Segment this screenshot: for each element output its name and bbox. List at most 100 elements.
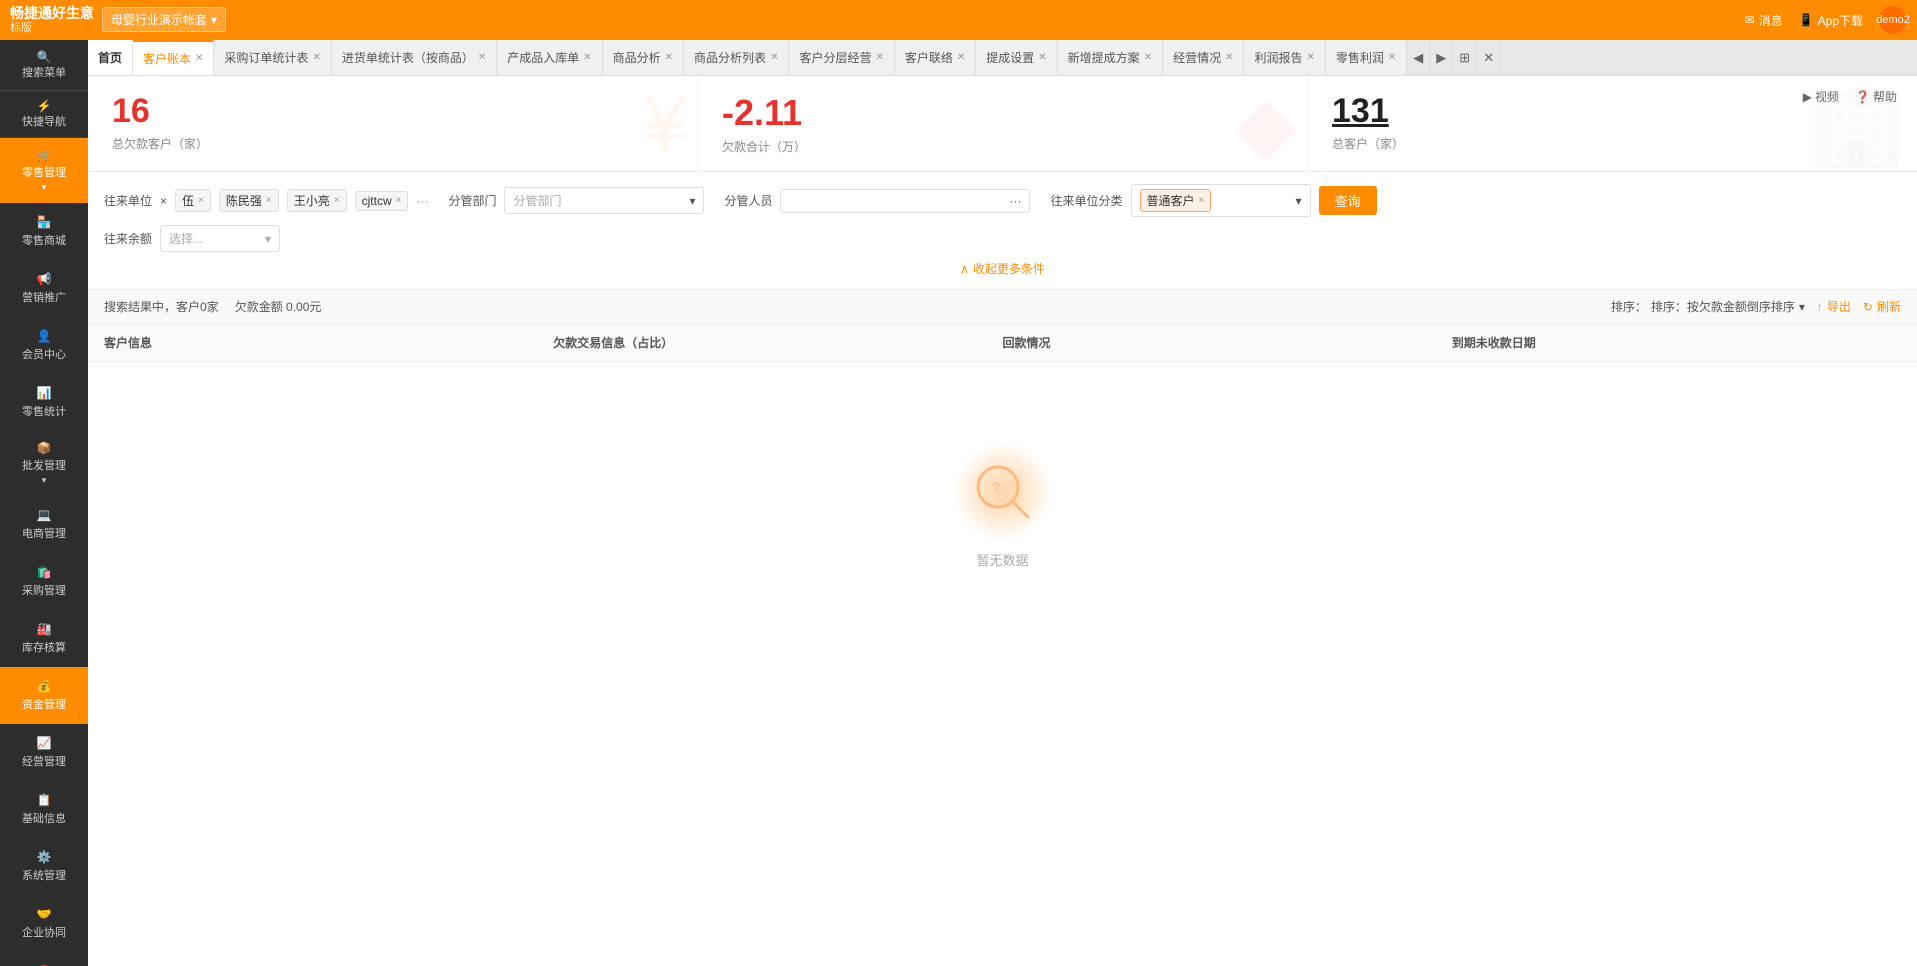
tab-close-customer-contact[interactable]: ✕ (957, 52, 965, 63)
sort-chevron-icon: ▾ (1799, 300, 1805, 314)
col-customer-info: 客户信息 (104, 334, 553, 351)
unit-type-tag[interactable]: 普通客户 × (1140, 189, 1212, 212)
tag-wang[interactable]: 王小亮 × (287, 189, 347, 212)
tab-close-retail-profit[interactable]: ✕ (1388, 52, 1396, 63)
finance-icon: 💰 (37, 679, 52, 693)
table-header: 客户信息 欠款交易信息（占比） 回款情况 到期未收款日期 (88, 324, 1917, 362)
dept-select[interactable]: 分管部门 ▾ (504, 187, 704, 214)
sidebar-item-basic-info[interactable]: 📋 基础信息 (0, 781, 88, 838)
export-icon: ↑ (1817, 300, 1823, 314)
sidebar-item-retail-mall[interactable]: 🏪 零售商城 (0, 203, 88, 260)
tag-wu-close[interactable]: × (198, 195, 204, 206)
tab-close-cost-in[interactable]: ✕ (583, 52, 591, 63)
tab-close-goods-analysis-list[interactable]: ✕ (770, 52, 778, 63)
tab-close-operations[interactable]: ✕ (1225, 52, 1233, 63)
industry-select[interactable]: 母婴行业演示帐套 ▾ (102, 7, 226, 32)
sidebar-item-marketing[interactable]: 📢 营销推广 (0, 260, 88, 317)
unit-label: 往来单位 (104, 192, 152, 209)
sidebar-item-purchase-mgmt[interactable]: 🛍️ 采购管理 (0, 553, 88, 610)
tabs-more[interactable]: ⊞ (1453, 40, 1477, 76)
tag-chen[interactable]: 陈民强 × (219, 189, 279, 212)
stats-wrapper: ▶ 视频 ❓ 帮助 16 总欠款客户（家） (88, 76, 1917, 172)
tab-close-customer-book[interactable]: ✕ (195, 53, 203, 64)
refresh-icon: ↻ (1863, 300, 1873, 314)
messages-button[interactable]: ✉ 消息 (1745, 12, 1783, 29)
person-select[interactable]: ··· (780, 189, 1030, 213)
user-avatar[interactable]: demo2 (1879, 6, 1907, 34)
refresh-button[interactable]: ↻ 刷新 (1863, 298, 1901, 315)
tab-stock-stats[interactable]: 进货单统计表（按商品） ✕ (332, 40, 497, 76)
collapse-button[interactable]: ∧ 收起更多条件 (960, 260, 1045, 277)
sidebar-item-ecommerce[interactable]: 💻 电商管理 (0, 496, 88, 553)
tab-goods-analysis-list[interactable]: 商品分析列表 ✕ (684, 40, 789, 76)
tab-close-raise-settings[interactable]: ✕ (1038, 52, 1046, 63)
more-tags-btn[interactable]: ··· (416, 194, 428, 208)
sidebar-item-system-mgmt[interactable]: ⚙️ 系统管理 (0, 838, 88, 895)
tab-close-profit-report[interactable]: ✕ (1307, 52, 1315, 63)
tab-customer-book[interactable]: 客户账本 ✕ (133, 40, 214, 76)
col-due-date: 到期未收款日期 (1452, 334, 1901, 351)
tag-cjttcw[interactable]: cjttcw × (355, 191, 409, 211)
marketing-icon: 📢 (37, 272, 52, 286)
sidebar-item-inventory[interactable]: 🏭 库存核算 (0, 610, 88, 667)
sidebar-quick-nav[interactable]: ⚡ 快捷导航 (0, 91, 88, 138)
debt-total-value: -2.11 (722, 92, 806, 134)
tab-retail-profit[interactable]: 零售利润 ✕ (1326, 40, 1407, 76)
tab-goods-analysis[interactable]: 商品分析 ✕ (603, 40, 684, 76)
tab-customer-tier[interactable]: 客户分层经营 ✕ (789, 40, 894, 76)
export-button[interactable]: ↑ 导出 (1817, 298, 1851, 315)
tab-close-goods-analysis[interactable]: ✕ (665, 52, 673, 63)
unit-type-select[interactable]: 普通客户 × ▾ (1131, 184, 1311, 217)
logo: 畅捷通好生意 标版 (10, 5, 94, 35)
content-area: 首页 客户账本 ✕ 采购订单统计表 ✕ 进货单统计表（按商品） ✕ 产成品入库单… (88, 40, 1917, 966)
tag-cjttcw-close[interactable]: × (396, 195, 402, 206)
message-icon: ✉ (1745, 13, 1755, 27)
sidebar-item-operations-mgmt[interactable]: 📈 经营管理 (0, 724, 88, 781)
sidebar-item-enterprise-coop[interactable]: 🤝 企业协同 (0, 895, 88, 952)
stat-total-customers: 131 总客户（家） 🏢 (1308, 76, 1917, 171)
col-debt-info: 欠款交易信息（占比） (553, 334, 1002, 351)
query-button[interactable]: 查询 (1319, 186, 1377, 215)
sidebar-item-new-guide[interactable]: 🎯 新手引导 (0, 952, 88, 966)
logo-sub: 标版 (10, 22, 94, 35)
tab-operations[interactable]: 经营情况 ✕ (1163, 40, 1244, 76)
sidebar-item-member-center[interactable]: 👤 会员中心 (0, 317, 88, 374)
sidebar-search[interactable]: 🔍 搜索菜单 (0, 40, 88, 91)
tabs-close-all[interactable]: ✕ (1477, 40, 1501, 76)
tab-profit-report[interactable]: 利润报告 ✕ (1244, 40, 1325, 76)
purchase-icon: 🛍️ (37, 565, 52, 579)
chevron-down-icon: ▾ (211, 13, 217, 27)
stat-bg-diamond-icon: ◆ (1235, 77, 1297, 170)
sidebar-item-finance-mgmt[interactable]: 💰 资金管理 (0, 667, 88, 724)
tab-cost-in[interactable]: 产成品入库单 ✕ (497, 40, 602, 76)
tab-raise-settings[interactable]: 提成设置 ✕ (976, 40, 1057, 76)
tag-wang-close[interactable]: × (334, 195, 340, 206)
tab-close-purchase-stats[interactable]: ✕ (312, 52, 320, 63)
sidebar-item-retail-mgmt[interactable]: 🛒 零售管理 ▾ (0, 138, 88, 203)
tab-customer-contact[interactable]: 客户联络 ✕ (895, 40, 976, 76)
tab-close-new-raise-plan[interactable]: ✕ (1144, 52, 1152, 63)
tab-close-customer-tier[interactable]: ✕ (875, 52, 883, 63)
empty-label: 暂无数据 (976, 550, 1028, 569)
stat-bg-building-icon: 🏢 (1807, 77, 1907, 171)
tag-wu[interactable]: 伍 × (175, 189, 211, 212)
tab-home[interactable]: 首页 (88, 40, 133, 76)
tabs-scroll-left[interactable]: ◀ (1407, 40, 1430, 76)
search-icon: 🔍 (37, 50, 52, 64)
tab-purchase-stats[interactable]: 采购订单统计表 ✕ (214, 40, 331, 76)
search-info-right: 排序： 排序：按欠款金额倒序排序 ▾ ↑ 导出 ↻ 刷新 (1611, 298, 1901, 315)
retail-stats-icon: 📊 (37, 386, 52, 400)
sidebar-item-retail-stats[interactable]: 📊 零售统计 (0, 374, 88, 431)
tab-new-raise-plan[interactable]: 新增提成方案 ✕ (1058, 40, 1163, 76)
main-content: ▶ 视频 ❓ 帮助 16 总欠款客户（家） (88, 76, 1917, 966)
app-download-button[interactable]: 📱 App下载 (1799, 12, 1863, 29)
tag-chen-close[interactable]: × (266, 195, 272, 206)
debt-customers-value: 16 (112, 92, 208, 131)
balance-select[interactable]: 选择... ▾ (160, 225, 280, 252)
empty-illustration: ? (953, 442, 1053, 542)
sidebar-item-wholesale-mgmt[interactable]: 📦 批发管理 ▾ (0, 431, 88, 496)
unit-type-tag-close[interactable]: × (1199, 195, 1205, 206)
tabs-scroll-right[interactable]: ▶ (1430, 40, 1453, 76)
tab-close-stock-stats[interactable]: ✕ (478, 52, 486, 63)
sort-select[interactable]: 排序： 排序：按欠款金额倒序排序 ▾ (1611, 298, 1805, 315)
